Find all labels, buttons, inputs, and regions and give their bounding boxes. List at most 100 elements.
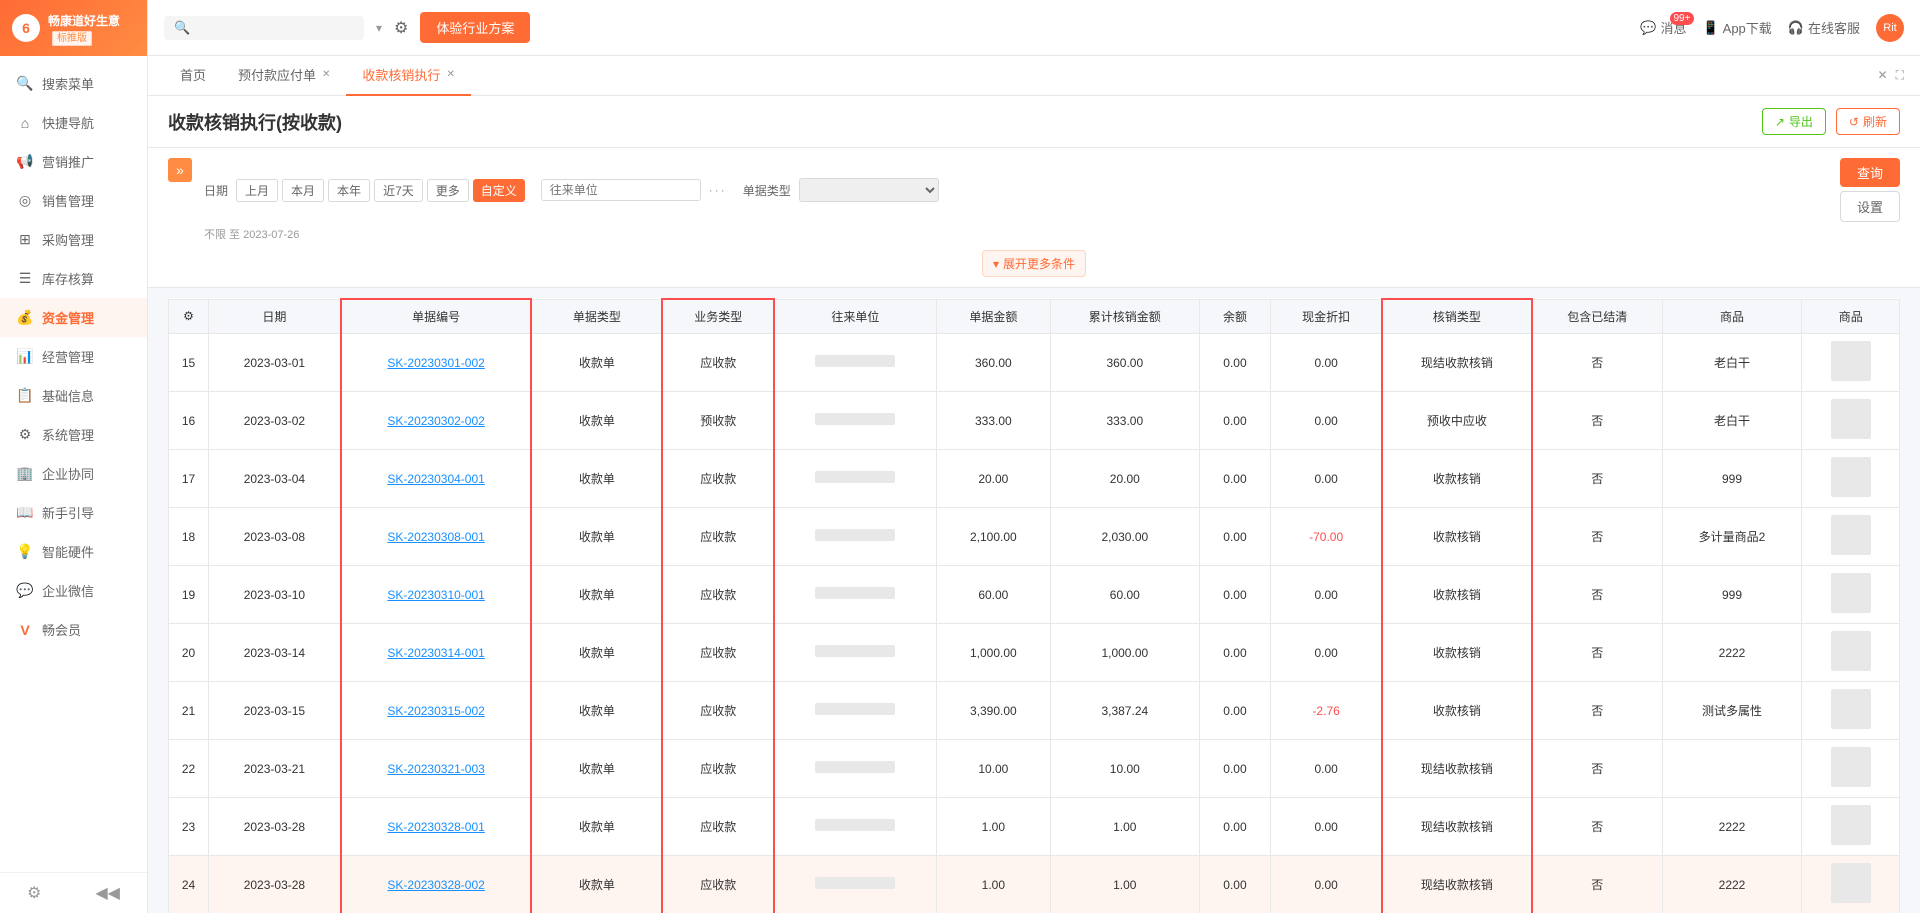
cell-discount: 0.00 <box>1271 624 1382 682</box>
tab-home[interactable]: 首页 <box>164 56 222 96</box>
cell-amount: 360.00 <box>936 334 1050 392</box>
partner-filter-group: ··· <box>541 179 727 201</box>
cell-writetype: 收款核销 <box>1382 508 1532 566</box>
cell-goods2 <box>1802 682 1900 740</box>
cell-settled: 10.00 <box>1051 740 1199 798</box>
filter-row: 日期 上月 本月 本年 近7天 更多 自定义 <box>204 158 1900 222</box>
cell-date: 2023-03-02 <box>209 392 341 450</box>
service-area[interactable]: 🎧 在线客服 <box>1788 18 1860 37</box>
export-button[interactable]: ↗ 导出 <box>1762 108 1826 135</box>
docno-link[interactable]: SK-20230321-003 <box>387 762 484 776</box>
cell-goods2 <box>1802 740 1900 798</box>
cell-biztype: 应收款 <box>662 740 774 798</box>
tab-prepay-close[interactable]: ✕ <box>322 69 330 80</box>
cell-doctype: 收款单 <box>531 856 662 913</box>
cell-amount: 20.00 <box>936 450 1050 508</box>
docno-link[interactable]: SK-20230315-002 <box>387 704 484 718</box>
tab-collection[interactable]: 收款核销执行 ✕ <box>346 56 470 96</box>
cell-settled: 360.00 <box>1051 334 1199 392</box>
docno-link[interactable]: SK-20230310-001 <box>387 588 484 602</box>
cell-settled: 60.00 <box>1051 566 1199 624</box>
cell-docno: SK-20230328-001 <box>341 798 532 856</box>
sidebar-item-basic[interactable]: 📋 基础信息 <box>0 376 147 415</box>
sidebar-item-hardware[interactable]: 💡 智能硬件 <box>0 532 147 571</box>
tab-collection-close[interactable]: ✕ <box>446 69 454 80</box>
tab-close-all-icon[interactable]: ✕ <box>1878 68 1888 83</box>
docno-link[interactable]: SK-20230308-001 <box>387 530 484 544</box>
th-goods2: 商品 <box>1802 299 1900 334</box>
sidebar-item-guide[interactable]: 📖 新手引导 <box>0 493 147 532</box>
cell-balance: 0.00 <box>1199 740 1271 798</box>
settings-button[interactable]: 设置 <box>1840 191 1900 222</box>
sidebar-item-search[interactable]: 🔍 搜索菜单 <box>0 64 147 103</box>
logo-icon: 6 <box>12 14 40 42</box>
sidebar-item-finance[interactable]: 💰 资金管理 <box>0 298 147 337</box>
messages-area[interactable]: 💬 消息 99+ <box>1640 18 1686 37</box>
filter-collapse-button[interactable]: » <box>168 158 192 182</box>
search-box: 🔍 <box>164 16 364 40</box>
cell-discount: -70.00 <box>1271 508 1382 566</box>
sidebar-item-member[interactable]: V 畅会员 <box>0 610 147 649</box>
settings-bottom-icon[interactable]: ⚙ <box>27 883 41 903</box>
date-btn-more[interactable]: 更多 <box>427 179 469 202</box>
gear-settings-icon[interactable]: ⚙ <box>183 309 194 323</box>
cell-balance: 0.00 <box>1199 392 1271 450</box>
date-btn-lastmonth[interactable]: 上月 <box>236 179 278 202</box>
refresh-button[interactable]: ↺ 刷新 <box>1836 108 1900 135</box>
sidebar-nav: 🔍 搜索菜单 ⌂ 快捷导航 📢 营销推广 ◎ 销售管理 ⊞ 采购管理 ☰ 库存核… <box>0 56 147 872</box>
app-download-area[interactable]: 📱 App下载 <box>1702 18 1771 37</box>
sidebar-item-purchase[interactable]: ⊞ 采购管理 <box>0 220 147 259</box>
sidebar-item-operation[interactable]: 📊 经营管理 <box>0 337 147 376</box>
cell-no: 20 <box>169 624 209 682</box>
cell-settled: 3,387.24 <box>1051 682 1199 740</box>
cell-writetype: 收款核销 <box>1382 566 1532 624</box>
operation-icon: 📊 <box>16 348 34 366</box>
th-docno: 单据编号 <box>341 299 532 334</box>
cell-balance: 0.00 <box>1199 566 1271 624</box>
topbar-gear-icon[interactable]: ⚙ <box>394 18 408 38</box>
sidebar-item-inventory[interactable]: ☰ 库存核算 <box>0 259 147 298</box>
expand-more-button[interactable]: ▾ 展开更多条件 <box>982 250 1086 277</box>
corp-icon: 🏢 <box>16 465 34 483</box>
tab-prepay[interactable]: 预付款应付单 ✕ <box>222 56 346 96</box>
user-avatar[interactable]: Rit <box>1876 14 1904 42</box>
sidebar-item-quicknav[interactable]: ⌂ 快捷导航 <box>0 103 147 142</box>
sidebar-item-wechat[interactable]: 💬 企业微信 <box>0 571 147 610</box>
th-settled: 累计核销金额 <box>1051 299 1199 334</box>
cell-biztype: 预收款 <box>662 392 774 450</box>
docno-link[interactable]: SK-20230314-001 <box>387 646 484 660</box>
cell-included: 否 <box>1532 450 1662 508</box>
sidebar-item-marketing[interactable]: 📢 营销推广 <box>0 142 147 181</box>
cell-date: 2023-03-21 <box>209 740 341 798</box>
sidebar-item-sales[interactable]: ◎ 销售管理 <box>0 181 147 220</box>
query-button[interactable]: 查询 <box>1840 158 1900 187</box>
cell-included: 否 <box>1532 508 1662 566</box>
topbar-dropdown-icon[interactable]: ▾ <box>376 21 382 35</box>
docno-link[interactable]: SK-20230301-002 <box>387 356 484 370</box>
sidebar-item-corp[interactable]: 🏢 企业协同 <box>0 454 147 493</box>
docno-link[interactable]: SK-20230328-002 <box>387 878 484 892</box>
date-btn-thisyear[interactable]: 本年 <box>328 179 370 202</box>
th-doctype: 单据类型 <box>531 299 662 334</box>
th-amount: 单据金额 <box>936 299 1050 334</box>
industry-solution-button[interactable]: 体验行业方案 <box>420 12 530 43</box>
partner-input[interactable] <box>541 179 701 201</box>
sidebar-item-system[interactable]: ⚙ 系统管理 <box>0 415 147 454</box>
table-row: 17 2023-03-04 SK-20230304-001 收款单 应收款 20… <box>169 450 1900 508</box>
cell-goods2 <box>1802 798 1900 856</box>
th-settings[interactable]: ⚙ <box>169 299 209 334</box>
date-btn-custom[interactable]: 自定义 <box>473 179 525 202</box>
table-row: 22 2023-03-21 SK-20230321-003 收款单 应收款 10… <box>169 740 1900 798</box>
cell-doctype: 收款单 <box>531 682 662 740</box>
docno-link[interactable]: SK-20230328-001 <box>387 820 484 834</box>
tab-maximize-icon[interactable]: ⛶ <box>1896 68 1904 83</box>
cell-doctype: 收款单 <box>531 334 662 392</box>
date-btn-thismonth[interactable]: 本月 <box>282 179 324 202</box>
date-btn-7days[interactable]: 近7天 <box>374 179 423 202</box>
partner-dots[interactable]: ··· <box>709 183 727 197</box>
doctype-select[interactable] <box>799 178 939 202</box>
docno-link[interactable]: SK-20230302-002 <box>387 414 484 428</box>
docno-link[interactable]: SK-20230304-001 <box>387 472 484 486</box>
cell-docno: SK-20230314-001 <box>341 624 532 682</box>
collapse-icon[interactable]: ◀◀ <box>95 883 120 903</box>
